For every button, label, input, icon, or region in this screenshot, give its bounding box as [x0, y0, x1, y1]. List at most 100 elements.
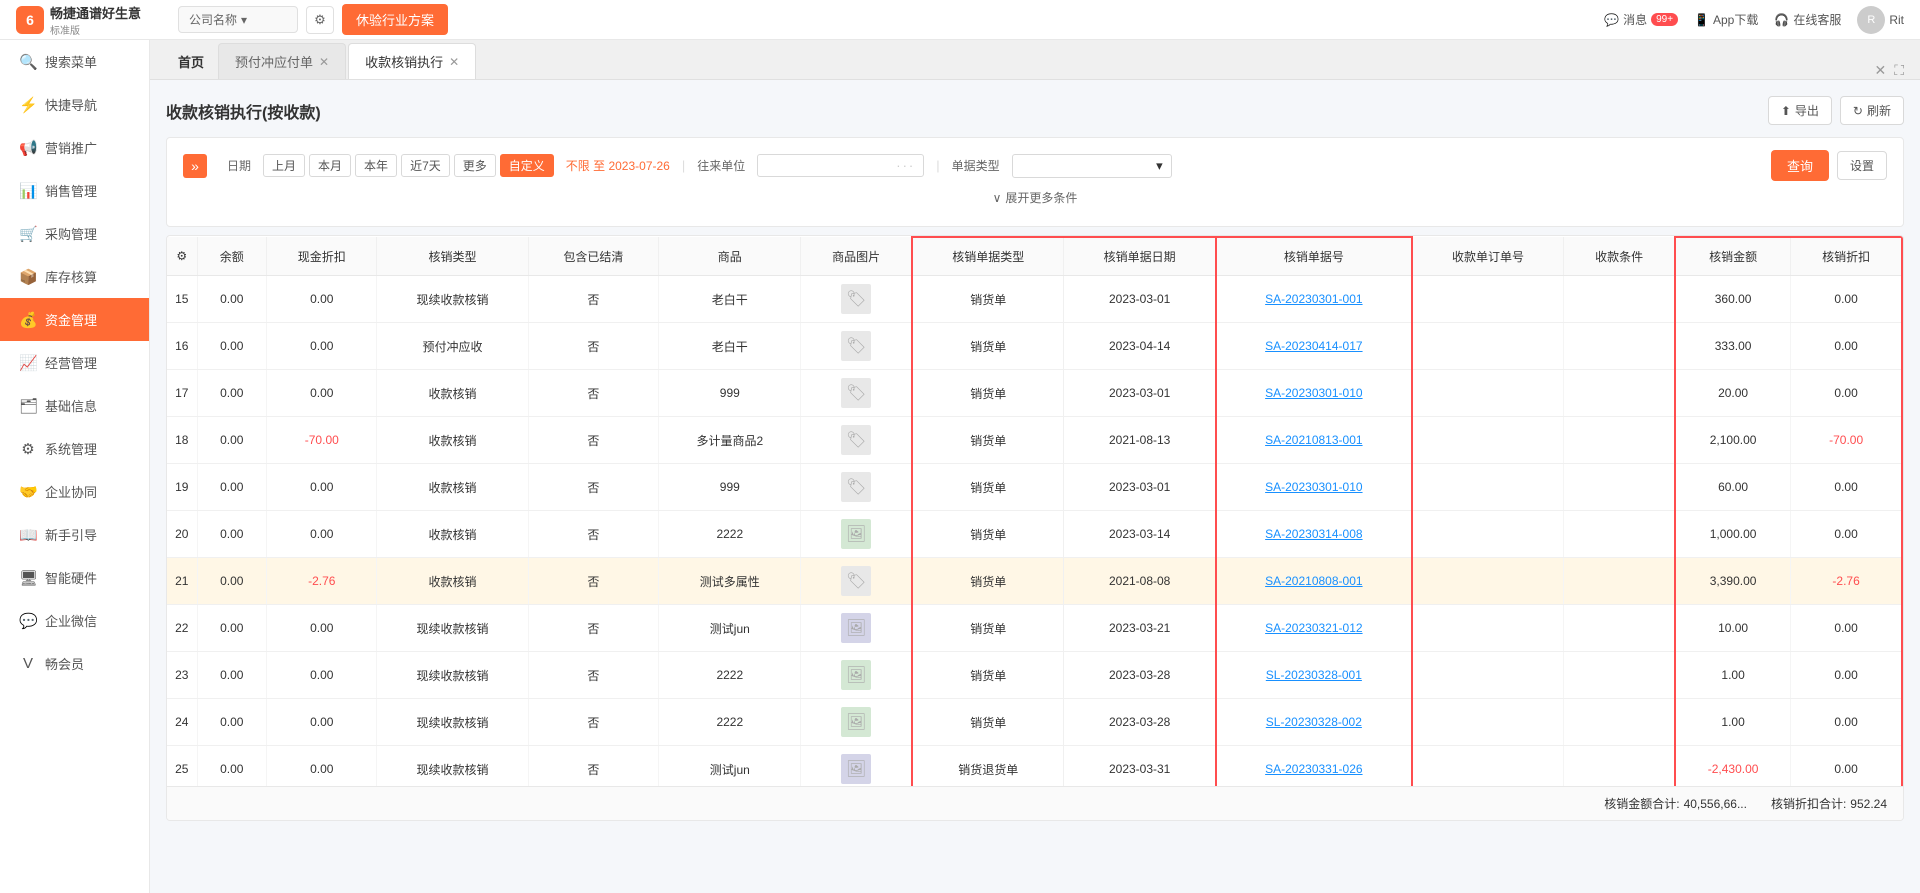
- sidebar-item-sales[interactable]: 📊 销售管理: [0, 169, 149, 212]
- bill-no-link[interactable]: SA-20230301-010: [1265, 480, 1362, 494]
- cell-id: 20: [167, 511, 197, 558]
- sidebar-item-wechat[interactable]: 💬 企业微信: [0, 599, 149, 642]
- party-input-dots[interactable]: ···: [896, 158, 915, 173]
- date-btn-custom[interactable]: 自定义: [500, 154, 554, 177]
- party-filter-input[interactable]: ···: [757, 154, 924, 177]
- main-layout: 🔍 搜索菜单 ⚡ 快捷导航 📢 营销推广 📊 销售管理 🛒 采购管理 📦 库存核…: [0, 40, 1920, 893]
- sidebar-item-nav[interactable]: ⚡ 快捷导航: [0, 83, 149, 126]
- cell-discount: 0.00: [1791, 652, 1902, 699]
- sidebar-item-basic[interactable]: 🗂 基础信息: [0, 384, 149, 427]
- industry-button[interactable]: 休验行业方案: [342, 4, 448, 35]
- expand-more-button[interactable]: ∨ 展开更多条件: [985, 185, 1086, 210]
- sidebar-item-finance[interactable]: 💰 资金管理: [0, 298, 149, 341]
- setting-button[interactable]: 设置: [1837, 151, 1887, 180]
- filter-divider2: |: [936, 158, 939, 173]
- cell-recv-order: [1412, 370, 1564, 417]
- cell-bill-no[interactable]: SL-20230328-002: [1216, 699, 1412, 746]
- sidebar-item-hardware[interactable]: 🖥 智能硬件: [0, 556, 149, 599]
- cell-discount: 0.00: [1791, 323, 1902, 370]
- bill-no-link[interactable]: SA-20230301-001: [1265, 292, 1362, 306]
- cell-product-img: 🏷: [801, 370, 912, 417]
- cell-balance: 0.00: [197, 652, 267, 699]
- cell-id: 17: [167, 370, 197, 417]
- tab-verify-close-icon[interactable]: ✕: [449, 56, 459, 68]
- bill-no-link[interactable]: SA-20230331-026: [1265, 762, 1362, 776]
- sidebar: 🔍 搜索菜单 ⚡ 快捷导航 📢 营销推广 📊 销售管理 🛒 采购管理 📦 库存核…: [0, 40, 150, 893]
- cell-product: 测试jun: [659, 605, 801, 652]
- tab-prepay-close-icon[interactable]: ✕: [319, 56, 329, 68]
- cell-cash-discount: 0.00: [267, 511, 377, 558]
- sidebar-label-inventory: 库存核算: [45, 267, 97, 286]
- company-selector[interactable]: 公司名称 ▾: [178, 6, 298, 33]
- cell-bill-no[interactable]: SA-20230331-026: [1216, 746, 1412, 787]
- sidebar-item-member[interactable]: V 畅会员: [0, 642, 149, 685]
- date-btn-more[interactable]: 更多: [454, 154, 496, 177]
- cell-product-img: 🏷: [801, 323, 912, 370]
- cell-bill-no[interactable]: SA-20230314-008: [1216, 511, 1412, 558]
- cell-bill-no[interactable]: SL-20230328-001: [1216, 652, 1412, 699]
- sidebar-label-purchase: 采购管理: [45, 224, 97, 243]
- cell-bill-no[interactable]: SA-20230301-010: [1216, 464, 1412, 511]
- footer-amount-value: 40,556,66...: [1684, 797, 1747, 811]
- cell-id: 23: [167, 652, 197, 699]
- expand-arrow-button[interactable]: »: [183, 154, 207, 178]
- bill-no-link[interactable]: SL-20230328-002: [1266, 715, 1362, 729]
- sidebar-label-operation: 经营管理: [45, 353, 97, 372]
- export-button[interactable]: ⬆ 导出: [1768, 96, 1832, 125]
- app-download-button[interactable]: 📱 App下载: [1694, 11, 1758, 28]
- sidebar-item-inventory[interactable]: 📦 库存核算: [0, 255, 149, 298]
- query-button[interactable]: 查询: [1771, 150, 1829, 181]
- user-area[interactable]: R Rit: [1857, 6, 1904, 34]
- member-icon: V: [19, 655, 37, 672]
- cell-bill-no[interactable]: SA-20230414-017: [1216, 323, 1412, 370]
- bill-no-link[interactable]: SL-20230328-001: [1266, 668, 1362, 682]
- message-button[interactable]: 💬 消息 99+: [1604, 11, 1678, 28]
- bill-no-link[interactable]: SA-20230301-010: [1265, 386, 1362, 400]
- cell-product: 999: [659, 464, 801, 511]
- date-btn-this-year[interactable]: 本年: [355, 154, 397, 177]
- sidebar-item-operation[interactable]: 📈 经营管理: [0, 341, 149, 384]
- sidebar-label-search: 搜索菜单: [45, 52, 97, 71]
- cell-bill-type: 销货单: [912, 370, 1064, 417]
- table-scroll[interactable]: ⚙ 余额 现金折扣 核销类型 包含已结清 商品 商品图片 核销单据类型 核销单据…: [167, 236, 1903, 786]
- bill-no-link[interactable]: SA-20210813-001: [1265, 433, 1362, 447]
- cell-product-img: 🖼: [801, 699, 912, 746]
- bill-type-select[interactable]: ▾: [1012, 154, 1172, 178]
- cell-bill-date: 2023-03-31: [1064, 746, 1216, 787]
- sidebar-item-guide[interactable]: 📖 新手引导: [0, 513, 149, 556]
- cell-bill-no[interactable]: SA-20230301-010: [1216, 370, 1412, 417]
- cell-product: 2222: [659, 652, 801, 699]
- tab-verify[interactable]: 收款核销执行 ✕: [348, 43, 476, 79]
- cell-recv-order: [1412, 746, 1564, 787]
- party-input-field[interactable]: [766, 159, 896, 173]
- close-window-icon[interactable]: ✕: [1874, 62, 1886, 79]
- date-btn-last-month[interactable]: 上月: [263, 154, 305, 177]
- date-btn-this-month[interactable]: 本月: [309, 154, 351, 177]
- sidebar-item-marketing[interactable]: 📢 营销推广: [0, 126, 149, 169]
- refresh-button[interactable]: ↻ 刷新: [1840, 96, 1904, 125]
- data-table: ⚙ 余额 现金折扣 核销类型 包含已结清 商品 商品图片 核销单据类型 核销单据…: [167, 236, 1903, 786]
- online-service-button[interactable]: 🎧 在线客服: [1774, 11, 1841, 28]
- cell-bill-no[interactable]: SA-20230321-012: [1216, 605, 1412, 652]
- date-btn-7days[interactable]: 近7天: [401, 154, 450, 177]
- tab-prepay[interactable]: 预付冲应付单 ✕: [218, 43, 346, 79]
- bill-no-link[interactable]: SA-20210808-001: [1265, 574, 1362, 588]
- cell-product: 999: [659, 370, 801, 417]
- sidebar-item-search[interactable]: 🔍 搜索菜单: [0, 40, 149, 83]
- bill-no-link[interactable]: SA-20230314-008: [1265, 527, 1362, 541]
- cell-bill-no[interactable]: SA-20210813-001: [1216, 417, 1412, 464]
- product-image: 🏷: [841, 472, 871, 502]
- sidebar-item-purchase[interactable]: 🛒 采购管理: [0, 212, 149, 255]
- gear-button[interactable]: ⚙: [306, 6, 334, 34]
- cell-amount: 60.00: [1675, 464, 1791, 511]
- sidebar-item-system[interactable]: ⚙ 系统管理: [0, 427, 149, 470]
- bill-no-link[interactable]: SA-20230414-017: [1265, 339, 1362, 353]
- tab-home[interactable]: 首页: [166, 44, 216, 79]
- bill-no-link[interactable]: SA-20230321-012: [1265, 621, 1362, 635]
- cell-bill-no[interactable]: SA-20210808-001: [1216, 558, 1412, 605]
- cell-bill-no[interactable]: SA-20230301-001: [1216, 276, 1412, 323]
- app-download-label: App下载: [1713, 11, 1758, 28]
- maximize-icon[interactable]: ⛶: [1894, 62, 1904, 79]
- tab-bar: 首页 预付冲应付单 ✕ 收款核销执行 ✕ ✕ ⛶: [150, 40, 1920, 80]
- sidebar-item-collab[interactable]: 🤝 企业协同: [0, 470, 149, 513]
